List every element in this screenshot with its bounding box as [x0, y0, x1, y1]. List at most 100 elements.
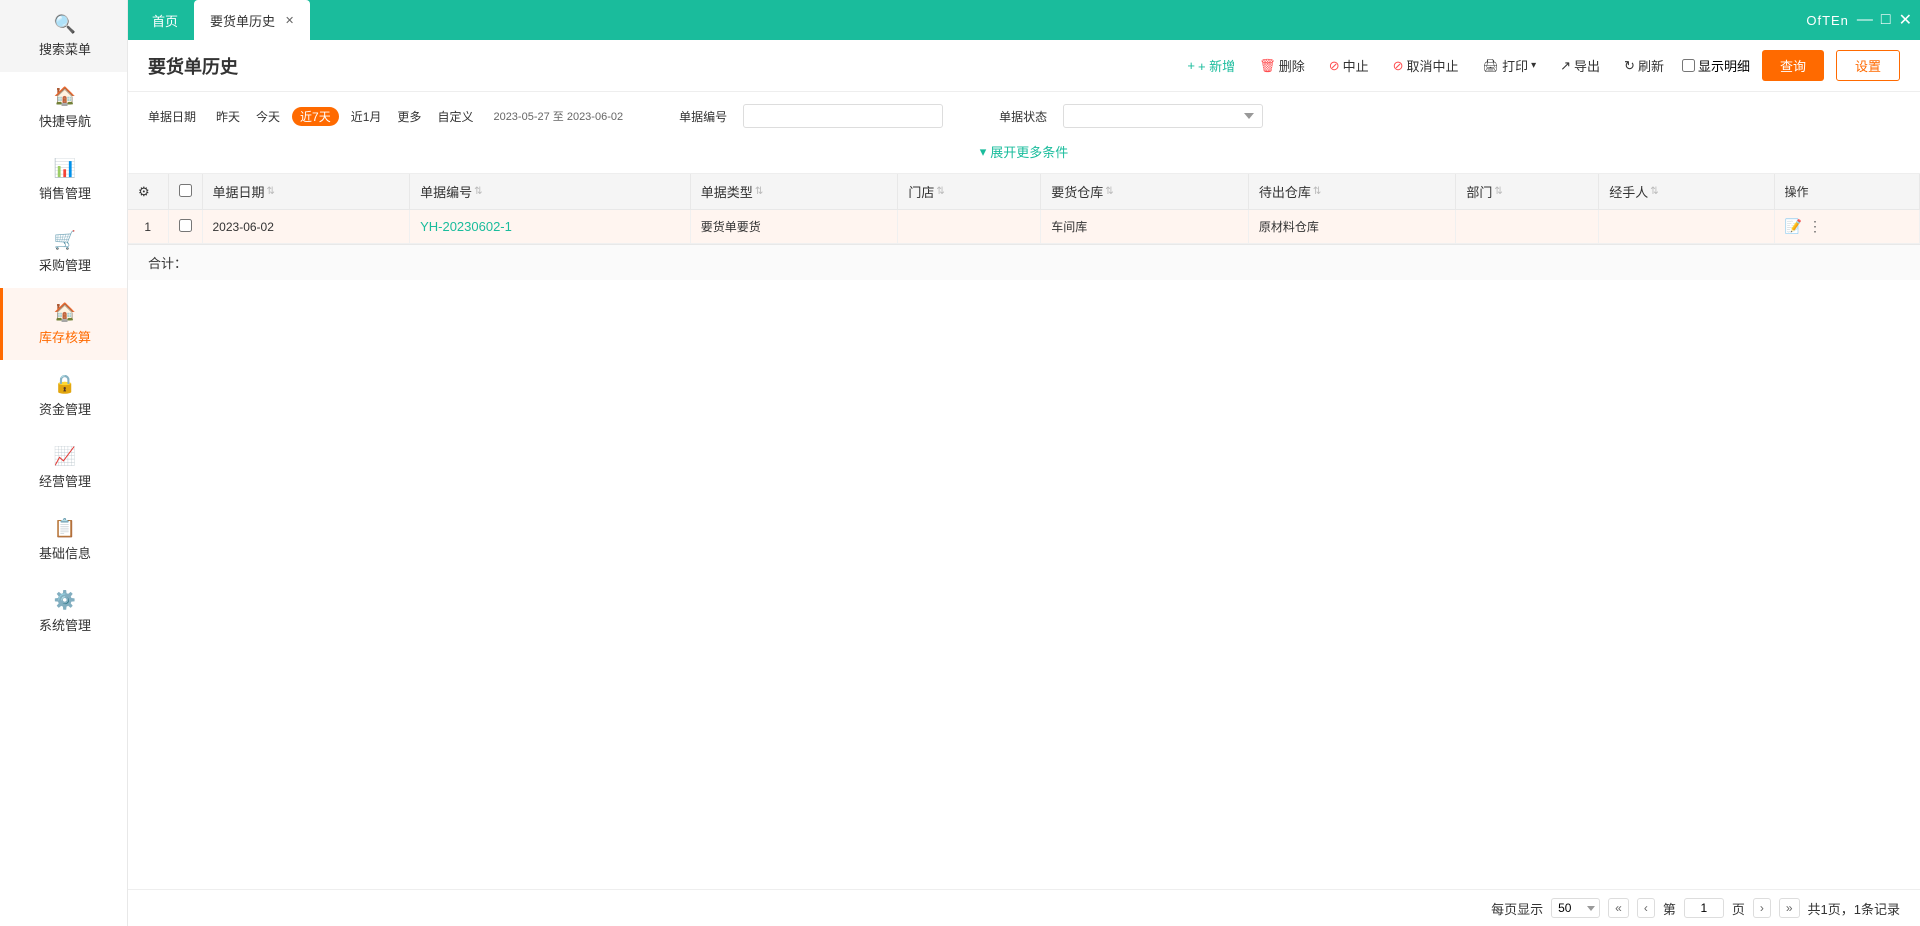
table-row: 1 2023-06-02 YH-20230602-1 要货单要货 车间库 原材料… [128, 210, 1920, 244]
tab-close-order-history[interactable]: ✕ [285, 14, 294, 27]
sidebar-item-operation-mgmt[interactable]: 📈经营管理 [0, 432, 127, 504]
prev-page-btn[interactable]: ‹ [1637, 898, 1655, 918]
main-content: 首页要货单历史✕ OfTEn — □ ✕ 要货单历史 + + 新增 🗑 删除 ⊘ [128, 0, 1920, 926]
new-button[interactable]: + + 新增 [1181, 52, 1241, 79]
refresh-icon: ↻ [1624, 58, 1635, 74]
sidebar-label-basic-info: 基础信息 [39, 543, 91, 562]
next-page-btn[interactable]: › [1753, 898, 1771, 918]
date-shortcut-更多[interactable]: 更多 [393, 107, 425, 126]
th-doc_type[interactable]: 单据类型⇅ [690, 174, 898, 210]
cancel-stop-button[interactable]: ⊘ 取消中止 [1387, 52, 1465, 79]
close-btn[interactable]: ✕ [1899, 10, 1912, 30]
export-icon: ↗ [1560, 58, 1571, 74]
row-checkbox[interactable] [179, 219, 192, 232]
date-shortcut-昨天[interactable]: 昨天 [212, 107, 244, 126]
sort-icon-doc_date: ⇅ [267, 186, 275, 197]
sidebar-icon-inventory-calc: 🏠 [54, 302, 76, 323]
print-button[interactable]: 🖨 打印 ▾ [1477, 52, 1543, 79]
select-all-checkbox[interactable] [179, 184, 192, 197]
date-shortcuts: 昨天今天近7天近1月更多自定义 [212, 107, 477, 126]
display-detail-toggle[interactable]: 显示明细 [1682, 56, 1750, 75]
th-checkbox [168, 174, 202, 210]
cancel-stop-icon: ⊘ [1393, 58, 1404, 74]
date-shortcut-近7天[interactable]: 近7天 [292, 107, 339, 126]
settings-col-icon[interactable]: ⚙ [138, 184, 150, 199]
page-number-input[interactable] [1684, 898, 1724, 918]
sidebar: 🔍搜索菜单🏠快捷导航📊销售管理🛒采购管理 🏠 库存核算 🔒资金管理📈经营管理 📋 基础信息… [0, 0, 128, 926]
table-header-row: ⚙ 单据日期⇅单据编号⇅单据类型⇅门店⇅要货仓库⇅待出仓库⇅部门⇅经手人⇅操作 [128, 174, 1920, 210]
doc-status-label: 单据状态 [999, 108, 1047, 125]
th-doc_number[interactable]: 单据编号⇅ [410, 174, 691, 210]
delete-button[interactable]: 🗑 删除 [1253, 52, 1311, 79]
sidebar-label-quick-nav: 快捷导航 [39, 111, 91, 130]
th-action: 操作 [1774, 174, 1920, 210]
page-content: 要货单历史 + + 新增 🗑 删除 ⊘ 中止 ⊘ 取消中止 [128, 40, 1920, 926]
th-req_warehouse[interactable]: 要货仓库⇅ [1041, 174, 1249, 210]
sidebar-item-purchase-mgmt[interactable]: 🛒采购管理 [0, 216, 127, 288]
sidebar-icon-operation-mgmt: 📈 [54, 446, 76, 467]
pagination-bar: 每页显示 50 20 100 « ‹ 第 页 › » 共1页，1条记录 [128, 889, 1920, 926]
table-footer: 合计： [128, 244, 1920, 280]
sort-icon-req_warehouse: ⇅ [1105, 186, 1113, 197]
th-handler[interactable]: 经手人⇅ [1599, 174, 1774, 210]
th-store[interactable]: 门店⇅ [898, 174, 1041, 210]
maximize-btn[interactable]: □ [1881, 11, 1891, 29]
date-shortcut-今天[interactable]: 今天 [252, 107, 284, 126]
th-department[interactable]: 部门⇅ [1456, 174, 1599, 210]
sort-icon-department: ⇅ [1494, 186, 1502, 197]
sidebar-item-sales-mgmt[interactable]: 📊销售管理 [0, 144, 127, 216]
sidebar-icon-sales-mgmt: 📊 [54, 158, 76, 179]
th-doc_date[interactable]: 单据日期⇅ [202, 174, 410, 210]
expand-more-btn[interactable]: ▾ 展开更多条件 [148, 142, 1900, 161]
sort-icon-handler: ⇅ [1650, 186, 1658, 197]
minimize-btn[interactable]: — [1857, 11, 1873, 29]
sidebar-item-finance-mgmt[interactable]: 🔒资金管理 [0, 360, 127, 432]
sidebar-item-inventory-calc[interactable]: 🏠 库存核算 [0, 288, 127, 360]
date-filter-label: 单据日期 [148, 108, 196, 125]
sidebar-item-quick-nav[interactable]: 🏠快捷导航 [0, 72, 127, 144]
row-store [898, 210, 1041, 244]
date-shortcut-近1月[interactable]: 近1月 [347, 107, 386, 126]
row-actions: 📝 ⋮ [1774, 210, 1920, 244]
print-icon: 🖨 [1483, 58, 1500, 74]
page-suffix: 页 [1732, 899, 1745, 918]
sidebar-label-inventory-calc: 库存核算 [39, 327, 91, 346]
filter-row-1: 单据日期 昨天今天近7天近1月更多自定义 2023-05-27 至 2023-0… [148, 104, 1900, 128]
last-page-btn[interactable]: » [1779, 898, 1800, 918]
sort-icon-doc_type: ⇅ [755, 186, 763, 197]
row-doc-number[interactable]: YH-20230602-1 [410, 210, 691, 244]
row-edit-icon[interactable]: 📝 [1785, 218, 1802, 235]
sidebar-label-finance-mgmt: 资金管理 [39, 399, 91, 418]
stop-button[interactable]: ⊘ 中止 [1323, 52, 1375, 79]
query-button[interactable]: 查询 [1762, 50, 1824, 81]
data-table: ⚙ 单据日期⇅单据编号⇅单据类型⇅门店⇅要货仓库⇅待出仓库⇅部门⇅经手人⇅操作 1… [128, 174, 1920, 244]
first-page-btn[interactable]: « [1608, 898, 1629, 918]
tab-home[interactable]: 首页 [136, 0, 194, 40]
refresh-button[interactable]: ↻ 刷新 [1618, 52, 1670, 79]
display-detail-checkbox[interactable] [1682, 59, 1695, 72]
th-pending_warehouse[interactable]: 待出仓库⇅ [1248, 174, 1456, 210]
table-wrapper: ⚙ 单据日期⇅单据编号⇅单据类型⇅门店⇅要货仓库⇅待出仓库⇅部门⇅经手人⇅操作 1… [128, 174, 1920, 889]
doc-number-label: 单据编号 [679, 108, 727, 125]
sidebar-item-basic-info[interactable]: 📋 基础信息 [0, 504, 127, 576]
export-button[interactable]: ↗ 导出 [1554, 52, 1606, 79]
date-shortcut-自定义[interactable]: 自定义 [433, 107, 477, 126]
page-label: 第 [1663, 899, 1676, 918]
tab-bar: 首页要货单历史✕ OfTEn — □ ✕ [128, 0, 1920, 40]
sidebar-item-search-menu[interactable]: 🔍搜索菜单 [0, 0, 127, 72]
doc-status-select[interactable] [1063, 104, 1263, 128]
tab-order-history[interactable]: 要货单历史 ✕ [194, 0, 310, 40]
row-more-icon[interactable]: ⋮ [1808, 218, 1822, 235]
row-department [1456, 210, 1599, 244]
doc-number-input[interactable] [743, 104, 943, 128]
row-doc-date: 2023-06-02 [202, 210, 410, 244]
page-title: 要货单历史 [148, 53, 238, 79]
sidebar-item-system-mgmt[interactable]: ⚙️系统管理 [0, 576, 127, 648]
sidebar-icon-basic-info: 📋 [54, 518, 76, 539]
row-pending-warehouse: 原材料仓库 [1248, 210, 1456, 244]
sort-icon-store: ⇅ [936, 186, 944, 197]
tab-label-order-history: 要货单历史 [210, 11, 275, 30]
setting-button[interactable]: 设置 [1836, 50, 1900, 81]
toolbar: + + 新增 🗑 删除 ⊘ 中止 ⊘ 取消中止 🖨 打印 [1181, 50, 1900, 81]
per-page-select[interactable]: 50 20 100 [1551, 898, 1600, 918]
